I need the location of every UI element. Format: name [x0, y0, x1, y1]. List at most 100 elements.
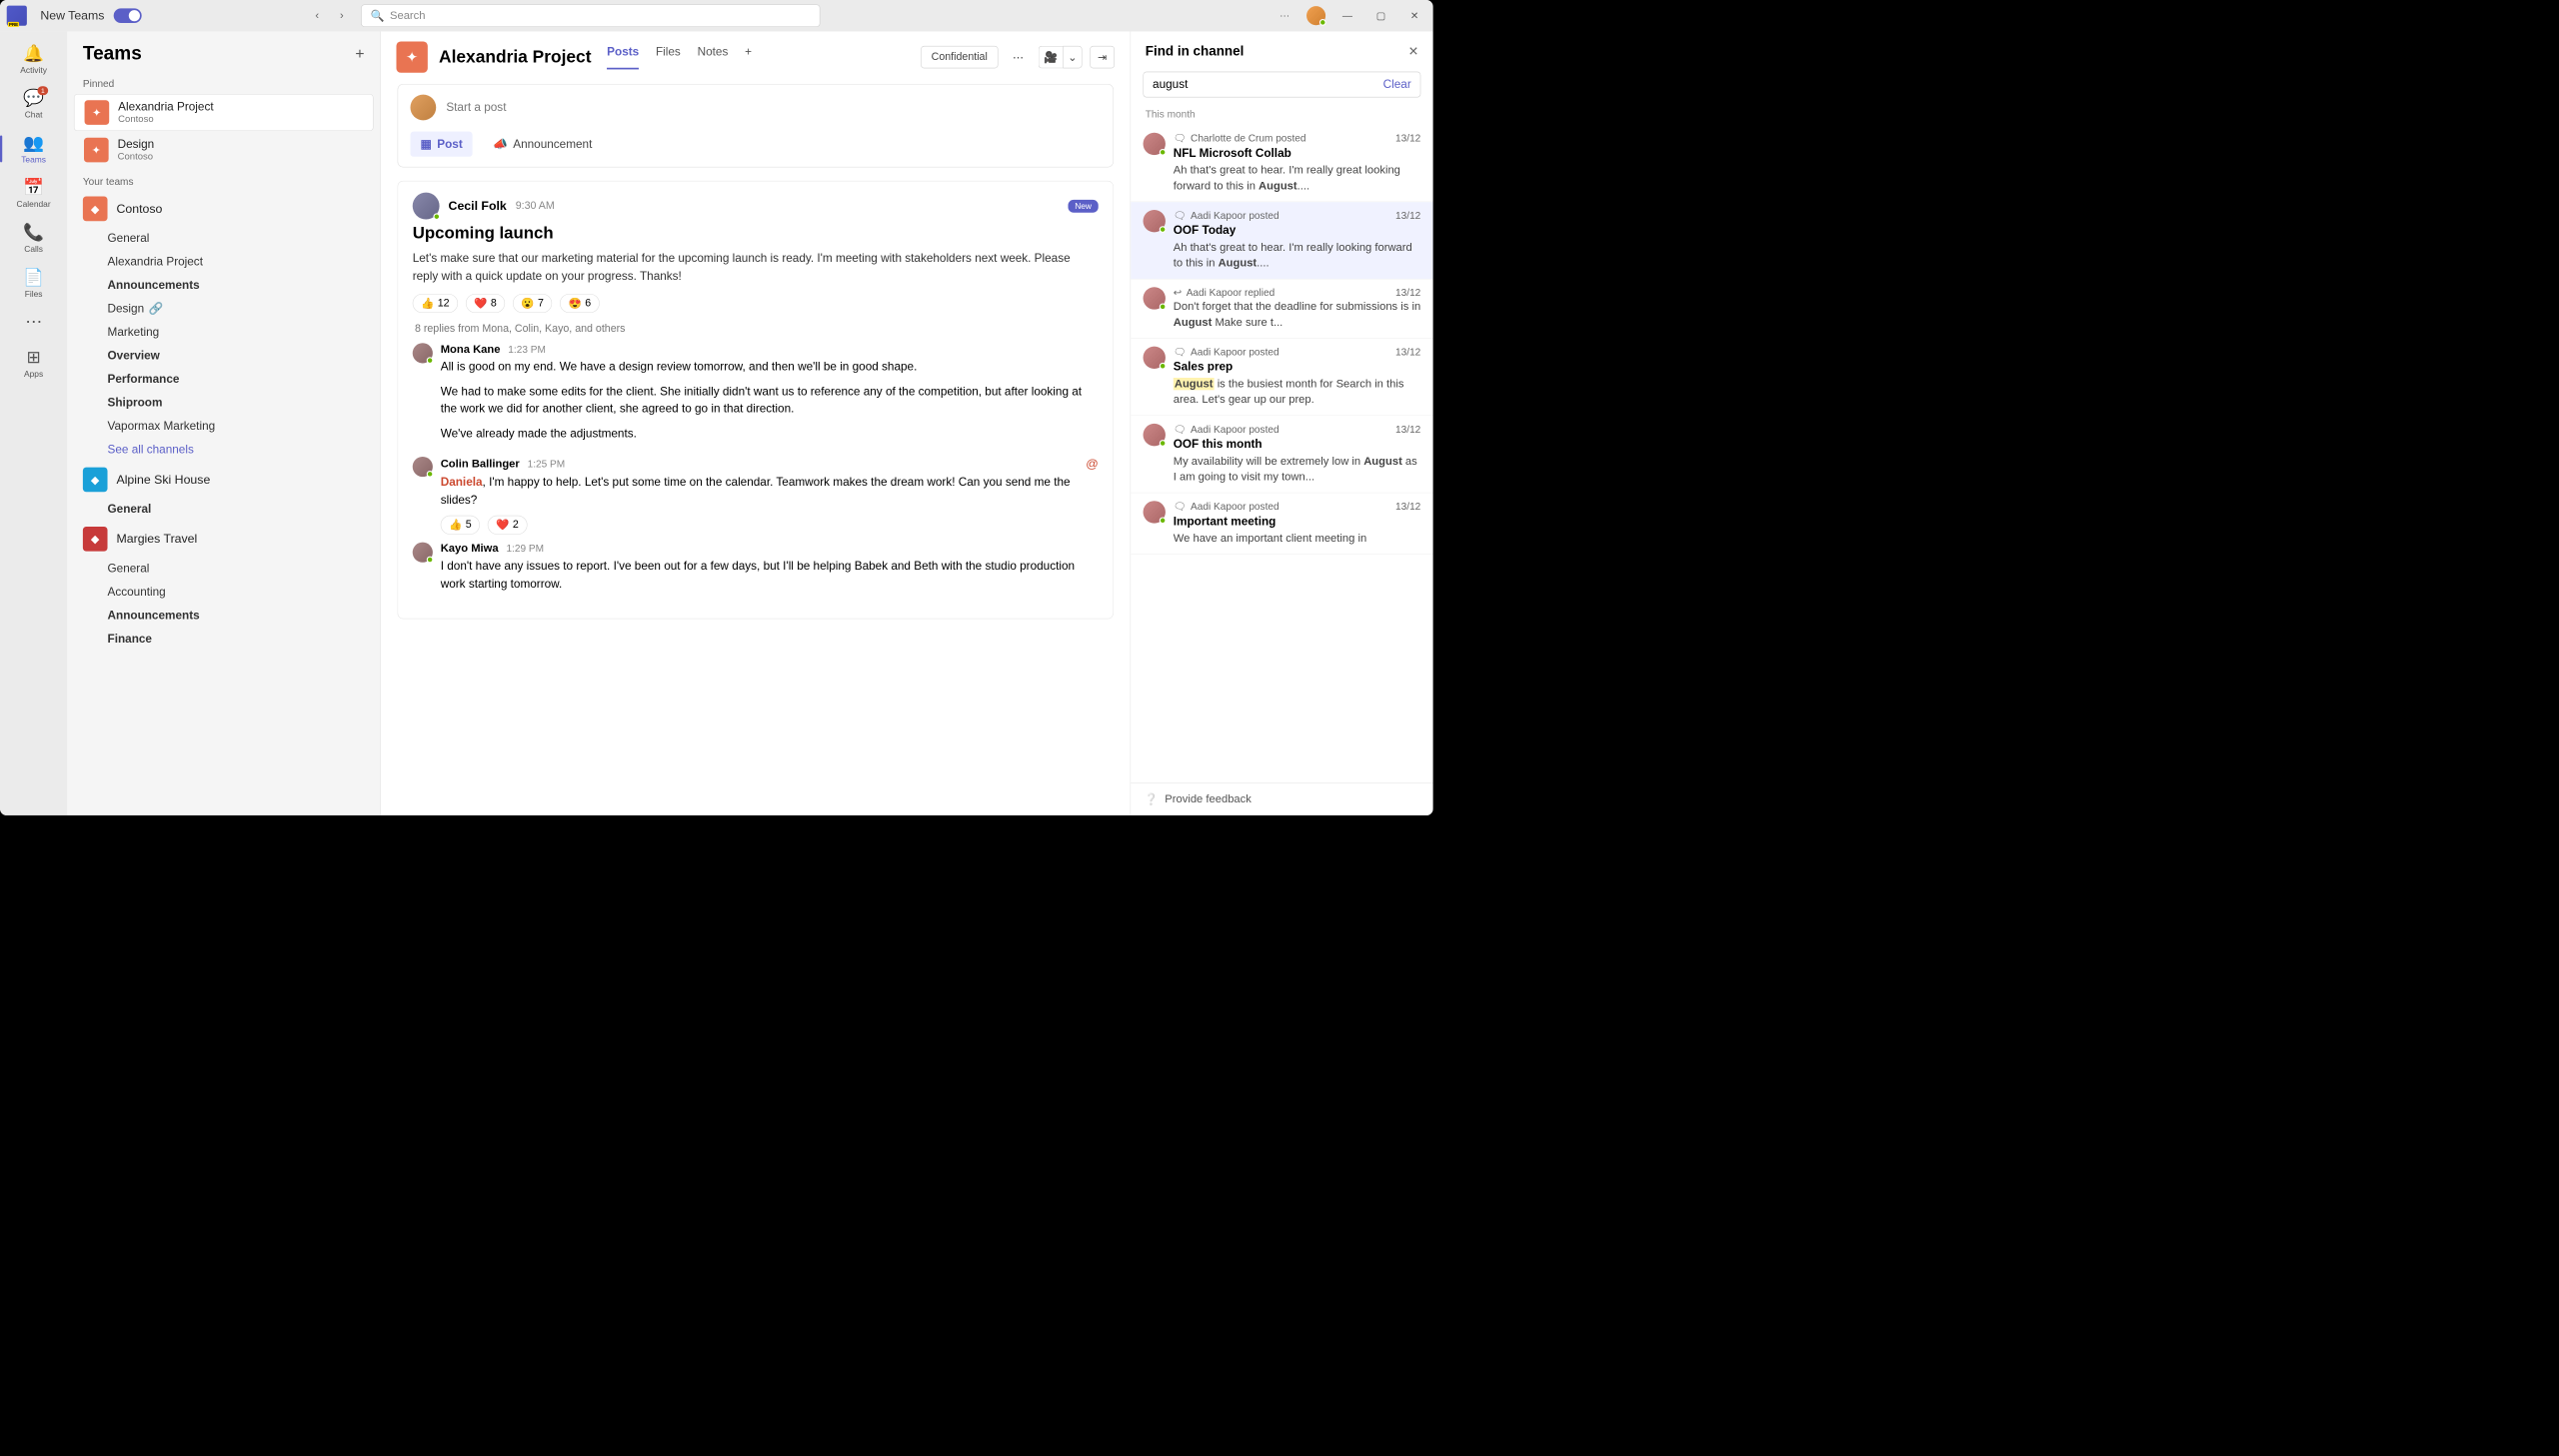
reaction-pill[interactable]: ❤️8 [466, 294, 505, 313]
shared-icon: 🔗 [149, 302, 164, 315]
announcement-button[interactable]: 📣Announcement [483, 132, 603, 157]
team-row[interactable]: ◆Alpine Ski House [67, 462, 380, 498]
rail-files[interactable]: 📄Files [0, 262, 67, 305]
result-author: Aadi Kapoor posted [1191, 347, 1280, 359]
team-name: Margies Travel [116, 532, 197, 547]
post-button[interactable]: ▦Post [410, 132, 472, 157]
close-find-button[interactable]: ✕ [1408, 44, 1418, 59]
reply-time: 1:29 PM [506, 543, 544, 555]
tab-posts[interactable]: Posts [607, 45, 639, 69]
post-body: Let's make sure that our marketing mater… [413, 250, 1099, 285]
rail-chat[interactable]: 1💬Chat [0, 83, 67, 126]
composer-placeholder[interactable]: Start a post [446, 101, 506, 114]
channel-item[interactable]: Finance [108, 628, 381, 652]
pinned-team-item[interactable]: ✦DesignContoso [74, 132, 374, 168]
team-name: Alexandria Project [118, 100, 213, 113]
channel-item[interactable]: Overview [108, 344, 381, 368]
team-row[interactable]: ◆Margies Travel [67, 521, 380, 557]
result-snippet: We have an important client meeting in [1174, 531, 1421, 547]
more-icon[interactable]: ⋯ [1273, 7, 1296, 25]
channel-item[interactable]: General [108, 227, 381, 251]
reaction-pill[interactable]: 😮7 [513, 294, 552, 313]
tab-notes[interactable]: Notes [698, 45, 729, 69]
pinned-team-item[interactable]: ✦Alexandria ProjectContoso [74, 94, 374, 131]
meet-dropdown[interactable]: ⌄ [1063, 46, 1082, 68]
maximize-button[interactable]: ▢ [1369, 7, 1393, 25]
replies-summary[interactable]: 8 replies from Mona, Colin, Kayo, and ot… [413, 323, 1099, 335]
rail-calls[interactable]: 📞Calls [0, 217, 67, 260]
mention[interactable]: Daniela [441, 476, 483, 489]
reaction-pill[interactable]: 😍6 [560, 294, 599, 313]
reply: Mona Kane1:23 PM All is good on my end. … [413, 343, 1099, 449]
result-title: NFL Microsoft Collab [1174, 147, 1421, 160]
post-author-avatar[interactable] [413, 193, 440, 220]
reaction-pill[interactable]: 👍5 [441, 516, 480, 535]
result-author: Aadi Kapoor posted [1191, 210, 1280, 222]
reply-avatar[interactable] [413, 457, 433, 477]
reaction-pill[interactable]: ❤️2 [488, 516, 527, 535]
reaction-count: 7 [538, 297, 544, 309]
nav-back[interactable]: ‹ [307, 6, 327, 26]
team-name: Design [118, 138, 155, 151]
result-snippet: Ah that's great to hear. I'm really grea… [1174, 162, 1421, 193]
search-result[interactable]: 🗨Aadi Kapoor posted13/12 OOF this month … [1131, 416, 1432, 493]
reply-avatar[interactable] [413, 343, 433, 363]
team-avatar-icon: ✦ [84, 138, 109, 163]
result-date: 13/12 [1395, 501, 1420, 513]
team-org: Contoso [118, 114, 213, 125]
channel-item[interactable]: Vapormax Marketing [108, 415, 381, 439]
search-result[interactable]: 🗨Charlotte de Crum posted13/12 NFL Micro… [1131, 125, 1432, 202]
app-rail: 🔔Activity 1💬Chat 👥Teams 📅Calendar 📞Calls… [0, 31, 67, 815]
tab-add[interactable]: + [745, 45, 752, 69]
rail-more[interactable]: ⋯ [0, 307, 67, 340]
channel-item[interactable]: Announcements [108, 604, 381, 628]
post-author: Cecil Folk [449, 199, 507, 214]
result-snippet: Ah that's great to hear. I'm really look… [1174, 240, 1421, 271]
result-type-icon: 🗨 [1174, 210, 1187, 222]
see-all-channels[interactable]: See all channels [108, 438, 381, 462]
result-type-icon: 🗨 [1174, 133, 1187, 145]
channel-item[interactable]: General [108, 498, 381, 522]
rail-calendar[interactable]: 📅Calendar [0, 172, 67, 215]
open-panel-button[interactable]: ⇥ [1090, 46, 1115, 68]
channel-item[interactable]: Announcements [108, 274, 381, 298]
channel-item[interactable]: Performance [108, 368, 381, 392]
result-date: 13/12 [1395, 347, 1420, 359]
nav-forward[interactable]: › [332, 6, 352, 26]
channel-item[interactable]: Design🔗 [108, 297, 381, 321]
minimize-button[interactable]: — [1335, 7, 1359, 25]
rail-teams[interactable]: 👥Teams [0, 128, 67, 171]
find-clear[interactable]: Clear [1383, 78, 1411, 91]
reaction-emoji: ❤️ [474, 297, 487, 310]
rail-apps[interactable]: ⊞Apps [0, 342, 67, 385]
search-input[interactable]: 🔍 Search [361, 4, 820, 26]
result-avatar [1144, 424, 1166, 446]
channel-item[interactable]: Accounting [108, 581, 381, 605]
rail-activity[interactable]: 🔔Activity [0, 38, 67, 81]
feedback-button[interactable]: ❔ Provide feedback [1131, 782, 1432, 814]
user-avatar[interactable] [1306, 6, 1325, 25]
close-button[interactable]: ✕ [1402, 7, 1426, 25]
search-result[interactable]: ↩Aadi Kapoor replied13/12 Don't forget t… [1131, 279, 1432, 338]
search-result[interactable]: 🗨Aadi Kapoor posted13/12 OOF Today Ah th… [1131, 202, 1432, 279]
channel-item[interactable]: Shiproom [108, 391, 381, 415]
search-result[interactable]: 🗨Aadi Kapoor posted13/12 Sales prep Augu… [1131, 339, 1432, 416]
reaction-emoji: 👍 [421, 297, 434, 310]
reply-avatar[interactable] [413, 543, 433, 563]
find-input[interactable] [1153, 78, 1383, 91]
new-teams-toggle[interactable] [113, 8, 141, 23]
team-row[interactable]: ◆Contoso [67, 191, 380, 227]
search-result[interactable]: 🗨Aadi Kapoor posted13/12 Important meeti… [1131, 493, 1432, 555]
tab-files[interactable]: Files [656, 45, 681, 69]
channel-item[interactable]: Alexandria Project [108, 250, 381, 274]
post: Cecil Folk 9:30 AM New Upcoming launch L… [398, 181, 1114, 619]
channel-item[interactable]: Marketing [108, 321, 381, 345]
add-team-button[interactable]: + [355, 45, 364, 63]
bell-icon: 🔔 [23, 44, 44, 64]
reaction-emoji: 😍 [569, 297, 582, 310]
channel-item[interactable]: General [108, 557, 381, 581]
meet-button[interactable]: 🎥 [1039, 46, 1064, 68]
confidential-button[interactable]: Confidential [921, 46, 998, 68]
channel-more-icon[interactable]: ⋯ [1006, 46, 1031, 68]
reaction-pill[interactable]: 👍12 [413, 294, 458, 313]
